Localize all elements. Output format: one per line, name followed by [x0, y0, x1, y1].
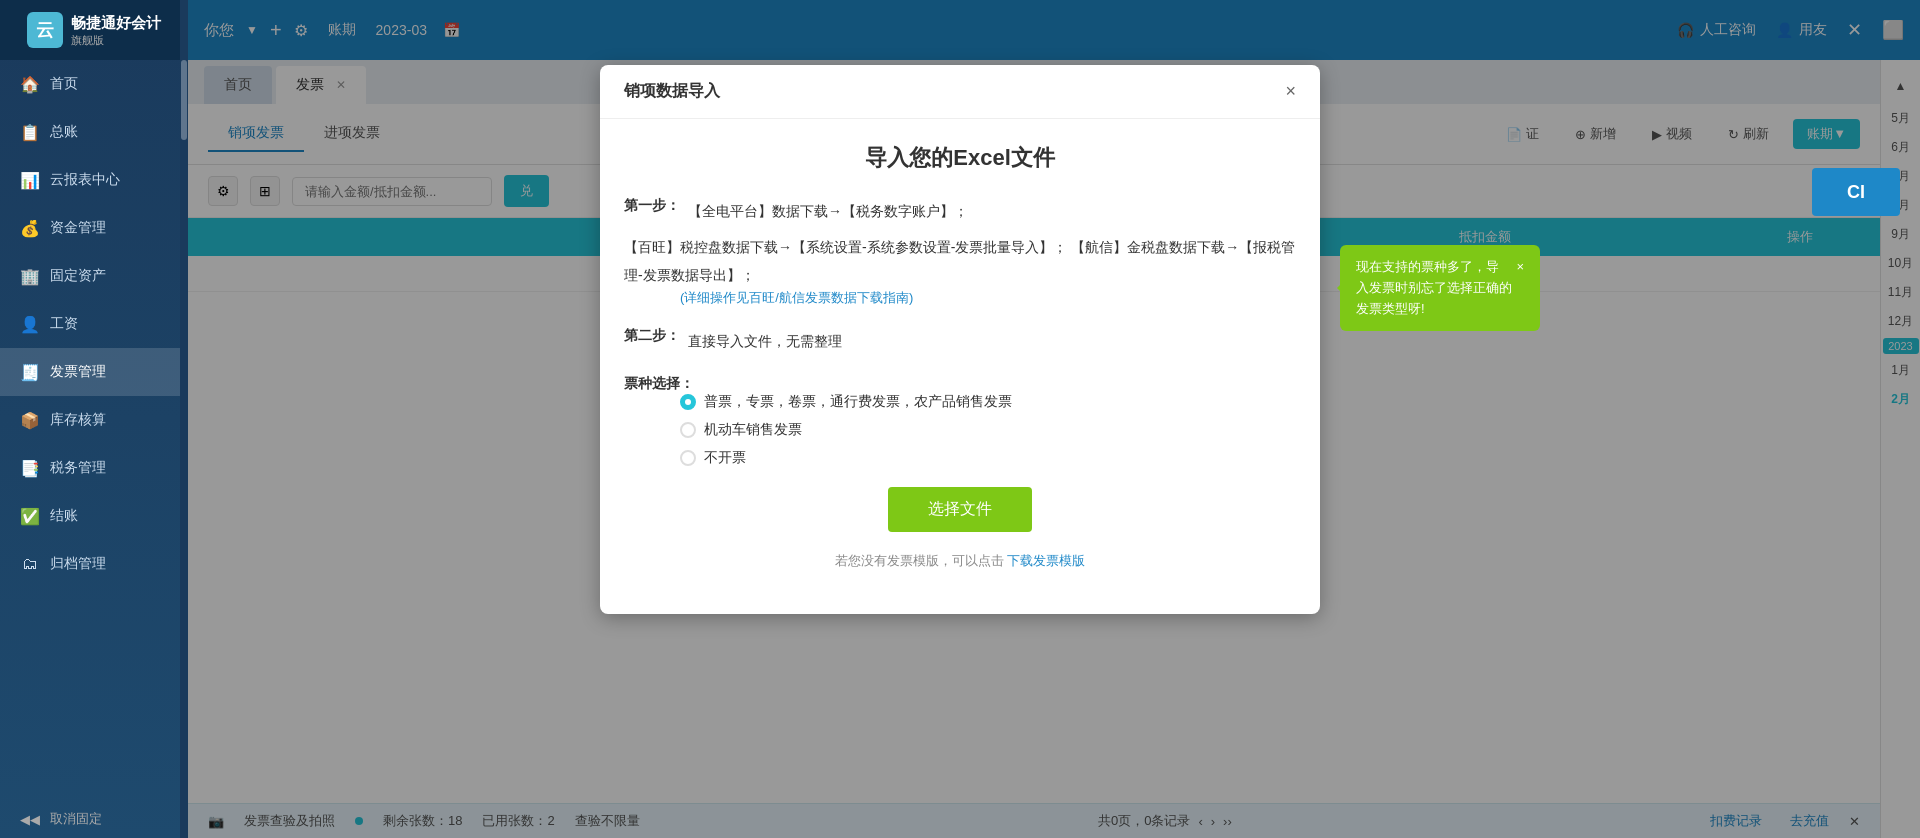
radio-normal[interactable]: 普票，专票，卷票，通行费发票，农产品销售发票	[680, 393, 1296, 411]
step2-header: 第二步： 直接导入文件，无需整理	[624, 327, 1296, 355]
sidebar-unpin[interactable]: ◀◀ 取消固定	[0, 800, 188, 838]
radio-no-ticket-label: 不开票	[704, 449, 746, 467]
sidebar-scrollbar	[180, 0, 188, 838]
tax-icon: 📑	[20, 458, 40, 478]
sidebar-item-label: 库存核算	[50, 411, 168, 429]
inventory-icon: 📦	[20, 410, 40, 430]
fixed-assets-icon: 🏢	[20, 266, 40, 286]
step2-label: 第二步：	[624, 327, 680, 355]
sidebar-menu: 🏠 首页 📋 总账 📊 云报表中心 💰 资金管理 🏢 固定资产 👤 工资 🧾 发…	[0, 60, 188, 800]
pin-icon: ◀◀	[20, 812, 40, 827]
step1-header: 第一步： 【全电平台】数据下载→【税务数字账户】；	[624, 197, 1296, 225]
logo-icon: 云	[27, 12, 63, 48]
home-icon: 🏠	[20, 74, 40, 94]
sidebar-item-cloud-report[interactable]: 📊 云报表中心	[0, 156, 188, 204]
user-avatar: CI	[1812, 168, 1900, 216]
modal-title: 销项数据导入	[624, 81, 720, 102]
sidebar-item-label: 云报表中心	[50, 171, 168, 189]
sidebar-item-archive[interactable]: 🗂 归档管理	[0, 540, 188, 588]
step1-line1: 【全电平台】数据下载→【税务数字账户】；	[688, 197, 968, 225]
sidebar-logo: 云 畅捷通好会计 旗舰版	[0, 0, 188, 60]
radio-no-ticket-circle[interactable]	[680, 450, 696, 466]
tooltip-box: × 现在支持的票种多了，导入发票时别忘了选择正确的发票类型呀!	[1340, 245, 1540, 331]
sidebar-item-label: 结账	[50, 507, 168, 525]
modal-footer: 若您没有发票模版，可以点击 下载发票模版	[624, 552, 1296, 590]
checkout-icon: ✅	[20, 506, 40, 526]
import-modal: 销项数据导入 × 导入您的Excel文件 第一步： 【全电平台】数据下载→【税务…	[600, 65, 1320, 614]
sidebar-item-label: 发票管理	[50, 363, 168, 381]
tooltip-text: 现在支持的票种多了，导入发票时别忘了选择正确的发票类型呀!	[1356, 259, 1512, 316]
modal-close-button[interactable]: ×	[1285, 81, 1296, 102]
download-template-link[interactable]: 下载发票模版	[1007, 553, 1085, 568]
radio-group: 普票，专票，卷票，通行费发票，农产品销售发票 机动车销售发票 不开票	[680, 393, 1296, 467]
sidebar-item-home[interactable]: 🏠 首页	[0, 60, 188, 108]
step1-guide-link[interactable]: (详细操作见百旺/航信发票数据下载指南)	[680, 289, 1296, 307]
fund-icon: 💰	[20, 218, 40, 238]
step2-text: 直接导入文件，无需整理	[688, 327, 842, 355]
scrollbar-thumb	[181, 60, 187, 140]
unpin-label: 取消固定	[50, 810, 102, 828]
sidebar-item-invoice[interactable]: 🧾 发票管理	[0, 348, 188, 396]
radio-motor[interactable]: 机动车销售发票	[680, 421, 1296, 439]
logo-text: 畅捷通好会计 旗舰版	[71, 13, 161, 47]
sidebar-item-label: 税务管理	[50, 459, 168, 477]
import-title: 导入您的Excel文件	[624, 143, 1296, 173]
tooltip-close-button[interactable]: ×	[1516, 257, 1524, 278]
select-file-button[interactable]: 选择文件	[888, 487, 1032, 532]
radio-motor-circle[interactable]	[680, 422, 696, 438]
sidebar-item-tax[interactable]: 📑 税务管理	[0, 444, 188, 492]
sidebar-item-checkout[interactable]: ✅ 结账	[0, 492, 188, 540]
sidebar-item-fund[interactable]: 💰 资金管理	[0, 204, 188, 252]
step1-line2: 【百旺】税控盘数据下载→【系统设置-系统参数设置-发票批量导入】；	[624, 239, 1067, 255]
invoice-icon: 🧾	[20, 362, 40, 382]
sidebar-item-label: 工资	[50, 315, 168, 333]
sidebar-item-label: 资金管理	[50, 219, 168, 237]
modal-body: 导入您的Excel文件 第一步： 【全电平台】数据下载→【税务数字账户】； 【百…	[600, 119, 1320, 614]
radio-motor-label: 机动车销售发票	[704, 421, 802, 439]
step-2: 第二步： 直接导入文件，无需整理	[624, 327, 1296, 355]
sidebar-item-fixed-assets[interactable]: 🏢 固定资产	[0, 252, 188, 300]
avatar-initials: CI	[1847, 182, 1865, 203]
ticket-select: 票种选择： 普票，专票，卷票，通行费发票，农产品销售发票 机动车销售发票 不开票	[624, 375, 1296, 467]
archive-icon: 🗂	[20, 554, 40, 574]
radio-no-ticket[interactable]: 不开票	[680, 449, 1296, 467]
sidebar: 云 畅捷通好会计 旗舰版 🏠 首页 📋 总账 📊 云报表中心 💰 资金管理 🏢 …	[0, 0, 188, 838]
sidebar-item-label: 总账	[50, 123, 168, 141]
sidebar-item-inventory[interactable]: 📦 库存核算	[0, 396, 188, 444]
brand-name: 畅捷通好会计	[71, 13, 161, 33]
cloud-report-icon: 📊	[20, 170, 40, 190]
step-1: 第一步： 【全电平台】数据下载→【税务数字账户】； 【百旺】税控盘数据下载→【系…	[624, 197, 1296, 307]
sidebar-item-ledger[interactable]: 📋 总账	[0, 108, 188, 156]
radio-normal-circle[interactable]	[680, 394, 696, 410]
sidebar-item-label: 首页	[50, 75, 168, 93]
edition-label: 旗舰版	[71, 33, 161, 47]
sidebar-item-salary[interactable]: 👤 工资	[0, 300, 188, 348]
modal-header: 销项数据导入 ×	[600, 65, 1320, 119]
ledger-icon: 📋	[20, 122, 40, 142]
sidebar-item-label: 归档管理	[50, 555, 168, 573]
footer-text: 若您没有发票模版，可以点击	[835, 553, 1004, 568]
radio-normal-label: 普票，专票，卷票，通行费发票，农产品销售发票	[704, 393, 1012, 411]
salary-icon: 👤	[20, 314, 40, 334]
step1-label: 第一步：	[624, 197, 680, 225]
sidebar-item-label: 固定资产	[50, 267, 168, 285]
ticket-select-label: 票种选择：	[624, 375, 694, 391]
